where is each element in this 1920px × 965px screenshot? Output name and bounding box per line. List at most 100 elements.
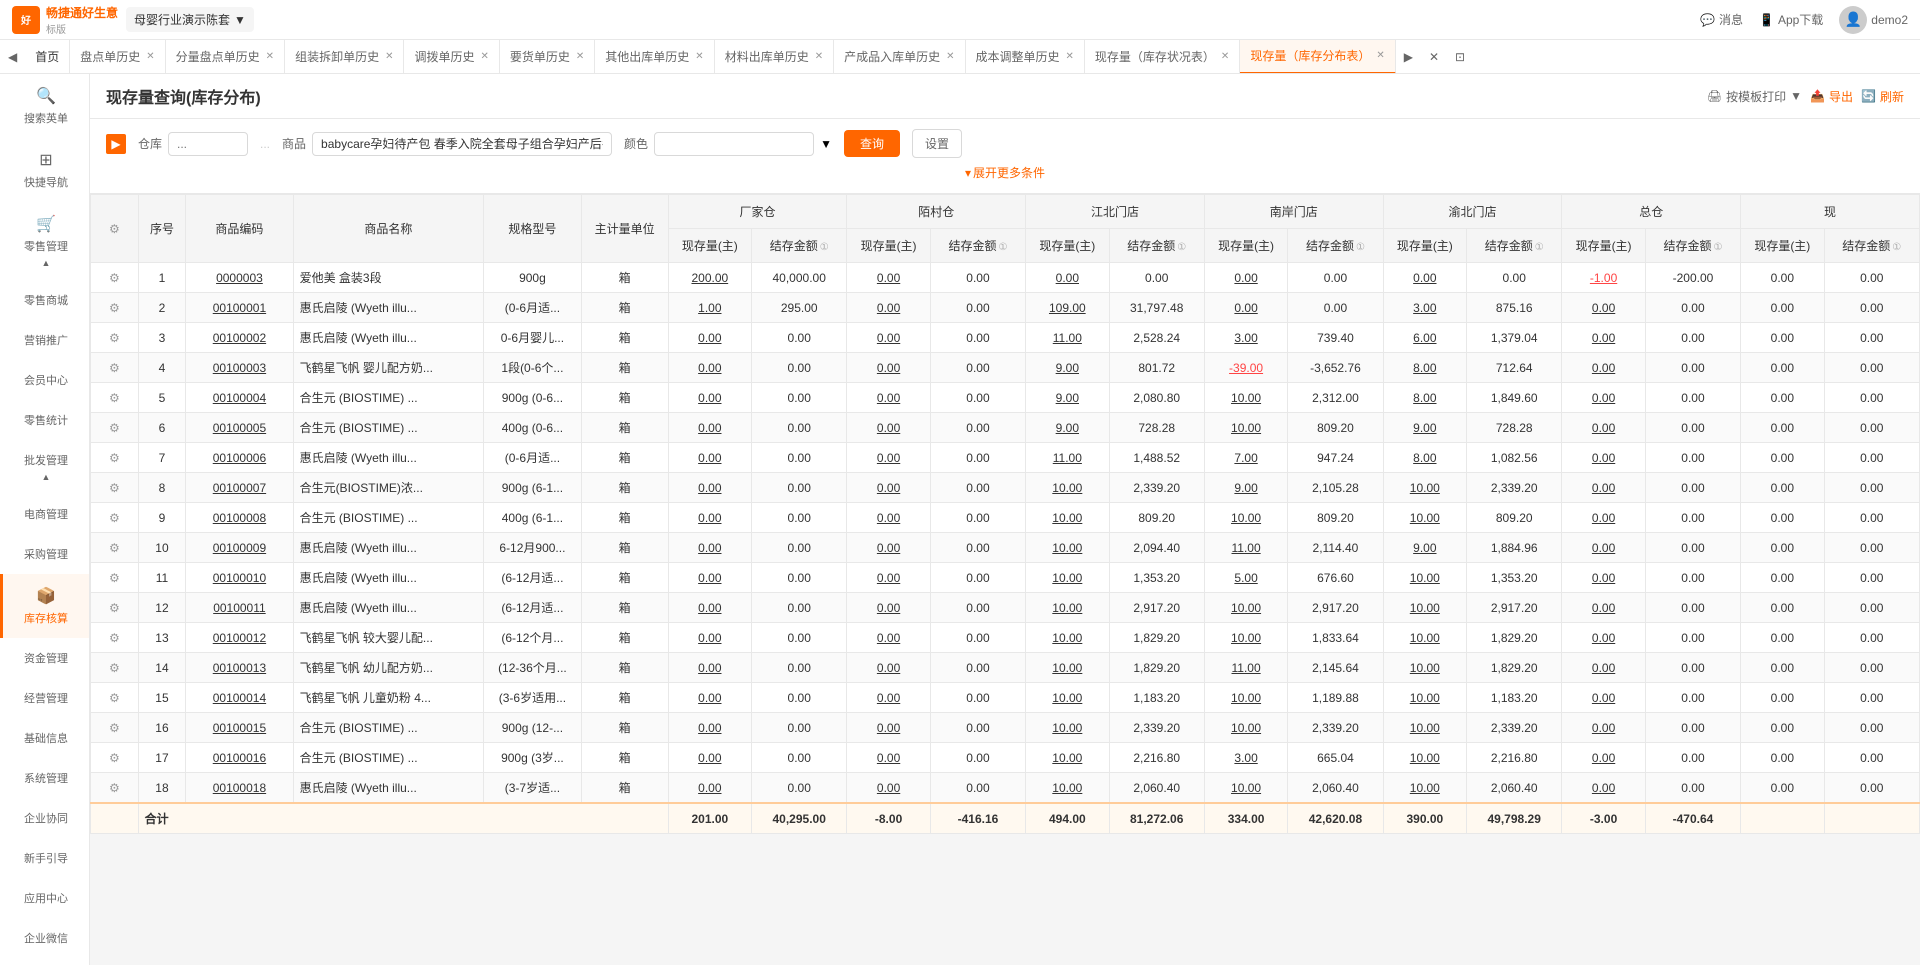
tab-item-2[interactable]: 分量盘点单历史✕ xyxy=(166,40,285,74)
cell-jbmd-amt: 1,829.20 xyxy=(1109,623,1204,653)
app-download-btn[interactable]: 📱 App下载 xyxy=(1759,11,1823,28)
color-input[interactable] xyxy=(654,132,814,156)
tab-close-icon[interactable]: ✕ xyxy=(1221,51,1229,62)
cell-settings[interactable]: ⚙ xyxy=(91,533,139,563)
cell-settings[interactable]: ⚙ xyxy=(91,473,139,503)
tab-item-1[interactable]: 盘点单历史 ✕ xyxy=(70,40,165,74)
cell-jbmd-amt: 809.20 xyxy=(1109,503,1204,533)
sidebar-item-wholesale[interactable]: 批发管理▲ xyxy=(0,440,89,494)
sidebar-item-operation[interactable]: 经营管理 xyxy=(0,678,89,718)
sidebar-item-ecommerce[interactable]: 电商管理 xyxy=(0,494,89,534)
cell-settings[interactable]: ⚙ xyxy=(91,323,139,353)
sidebar-item-search[interactable]: 🔍搜索英单 xyxy=(0,74,89,138)
tab-close-all-btn[interactable]: ✕ xyxy=(1421,40,1447,74)
sidebar-item-nav[interactable]: ⊞快捷导航 xyxy=(0,138,89,202)
cell-settings[interactable]: ⚙ xyxy=(91,383,139,413)
cell-mcck-amt: 0.00 xyxy=(930,623,1025,653)
cell-settings[interactable]: ⚙ xyxy=(91,353,139,383)
sidebar-item-guide[interactable]: 新手引导 xyxy=(0,838,89,878)
settings-btn[interactable]: 设置 xyxy=(912,129,962,158)
sidebar-item-marketing[interactable]: 营销推广 xyxy=(0,320,89,360)
tab-item-4[interactable]: 调拨单历史✕ xyxy=(404,40,499,74)
sidebar-item-basic[interactable]: 基础信息 xyxy=(0,718,89,758)
cell-jbmd-amt: 1,183.20 xyxy=(1109,683,1204,713)
tab-item-11[interactable]: 现存量（库存分布表） ✕ xyxy=(1240,40,1395,74)
user-area[interactable]: 👤 demo2 xyxy=(1839,6,1908,34)
sidebar-item-retail-store[interactable]: 零售商城 xyxy=(0,280,89,320)
cell-settings[interactable]: ⚙ xyxy=(91,293,139,323)
cell-mcck-amt: 0.00 xyxy=(930,653,1025,683)
tab-item-0[interactable]: 首页 xyxy=(25,40,70,74)
cell-settings[interactable]: ⚙ xyxy=(91,623,139,653)
tab-close-icon[interactable]: ✕ xyxy=(1376,50,1384,61)
warehouse-input[interactable] xyxy=(168,132,248,156)
tab-close-icon[interactable]: ✕ xyxy=(815,51,823,62)
tab-expand-btn[interactable]: ⊡ xyxy=(1447,40,1473,74)
tab-close-icon[interactable]: ✕ xyxy=(480,51,488,62)
cell-mcck-num: 0.00 xyxy=(847,683,930,713)
cell-settings[interactable]: ⚙ xyxy=(91,653,139,683)
tab-close-icon[interactable]: ✕ xyxy=(576,51,584,62)
tab-item-6[interactable]: 其他出库单历史✕ xyxy=(595,40,714,74)
cell-settings[interactable]: ⚙ xyxy=(91,503,139,533)
cell-code: 00100010 xyxy=(186,563,293,593)
tab-item-8[interactable]: 产成品入库单历史✕ xyxy=(834,40,965,74)
sidebar-item-appcenter[interactable]: 应用中心 xyxy=(0,878,89,918)
app-label: App下载 xyxy=(1778,11,1823,28)
cell-settings[interactable]: ⚙ xyxy=(91,593,139,623)
cell-zck-amt: 0.00 xyxy=(1645,623,1740,653)
message-btn[interactable]: 💬 消息 xyxy=(1700,11,1743,28)
cell-xian-num: 0.00 xyxy=(1741,713,1824,743)
cell-ybmd-amt: 809.20 xyxy=(1467,503,1562,533)
sidebar-item-retail[interactable]: 🛒零售管理▲ xyxy=(0,202,89,280)
refresh-btn[interactable]: 🔄 刷新 xyxy=(1861,88,1904,105)
query-btn[interactable]: 查询 xyxy=(844,130,900,157)
print-btn[interactable]: 🖨 按模板打印 ▼ xyxy=(1707,88,1802,105)
tab-close-icon[interactable]: ✕ xyxy=(946,51,954,62)
cell-settings[interactable]: ⚙ xyxy=(91,413,139,443)
tab-next-btn[interactable]: ▶ xyxy=(1396,40,1421,74)
corp-wechat-label: 企业微信 xyxy=(24,930,68,946)
sidebar-item-members[interactable]: 畅会员 xyxy=(0,958,89,965)
tab-close-icon[interactable]: ✕ xyxy=(695,51,703,62)
tab-close-icon[interactable]: ✕ xyxy=(266,51,274,62)
sidebar-item-finance[interactable]: 资金管理 xyxy=(0,638,89,678)
sidebar-item-member[interactable]: 会员中心 xyxy=(0,360,89,400)
sidebar-item-purchase[interactable]: 采购管理 xyxy=(0,534,89,574)
expand-link[interactable]: ▾ 展开更多条件 xyxy=(965,164,1045,181)
tab-item-9[interactable]: 成本调整单历史✕ xyxy=(966,40,1085,74)
cell-settings[interactable]: ⚙ xyxy=(91,713,139,743)
sidebar-item-corp-wechat[interactable]: 企业微信 xyxy=(0,918,89,958)
cell-settings[interactable]: ⚙ xyxy=(91,743,139,773)
tab-item-3[interactable]: 组装拆卸单历史✕ xyxy=(285,40,404,74)
cell-settings[interactable]: ⚙ xyxy=(91,263,139,293)
sidebar-item-retail-stats[interactable]: 零售统计 xyxy=(0,400,89,440)
cell-settings[interactable]: ⚙ xyxy=(91,563,139,593)
export-btn[interactable]: 📤 导出 xyxy=(1810,88,1853,105)
cell-settings[interactable]: ⚙ xyxy=(91,443,139,473)
tab-item-7[interactable]: 材料出库单历史✕ xyxy=(715,40,834,74)
table-row: ⚙ 11 00100010 惠氏启陵 (Wyeth illu... (6-12月… xyxy=(91,563,1920,593)
cell-jbmd-amt: 2,917.20 xyxy=(1109,593,1204,623)
th-settings[interactable]: ⚙ xyxy=(91,195,139,263)
tab-label: 盘点单历史 xyxy=(80,48,140,65)
filter-toggle-btn[interactable]: ▶ xyxy=(106,134,126,154)
tab-close-icon[interactable]: ✕ xyxy=(1066,51,1074,62)
sidebar-item-corp[interactable]: 企业协同 xyxy=(0,798,89,838)
tab-prev-btn[interactable]: ◀ xyxy=(0,40,25,74)
cell-namd-amt: 1,189.88 xyxy=(1288,683,1383,713)
store-selector[interactable]: 母婴行业演示陈套 ▼ xyxy=(126,7,254,32)
sidebar-item-system[interactable]: 系统管理 xyxy=(0,758,89,798)
sidebar-item-inventory[interactable]: 📦库存核算 xyxy=(0,574,89,638)
content: 现存量查询(库存分布) 🖨 按模板打印 ▼ 📤 导出 🔄 刷新 xyxy=(90,74,1920,965)
tab-item-5[interactable]: 要货单历史✕ xyxy=(500,40,595,74)
cell-settings[interactable]: ⚙ xyxy=(91,773,139,804)
cell-settings[interactable]: ⚙ xyxy=(91,683,139,713)
cell-ybmd-amt: 1,884.96 xyxy=(1467,533,1562,563)
tab-close-icon[interactable]: ✕ xyxy=(385,51,393,62)
tab-label: 现存量（库存分布表） xyxy=(1250,47,1370,64)
cell-xian-amt: 0.00 xyxy=(1824,263,1919,293)
tab-close-icon[interactable]: ✕ xyxy=(146,51,154,62)
goods-input[interactable] xyxy=(312,132,612,156)
tab-item-10[interactable]: 现存量（库存状况表）✕ xyxy=(1085,40,1240,74)
